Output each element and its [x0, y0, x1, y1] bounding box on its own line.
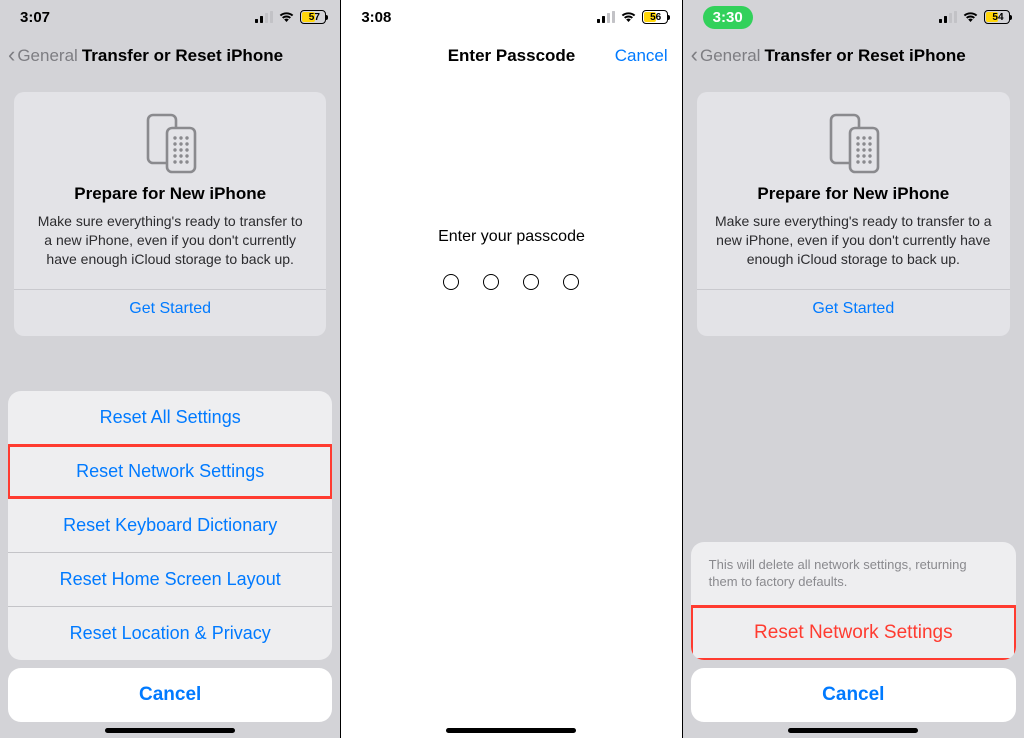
nav-bar: Enter Passcode Cancel: [341, 34, 681, 78]
sheet-cancel-button[interactable]: Cancel: [8, 668, 332, 722]
battery-icon: 57: [300, 10, 326, 24]
home-indicator[interactable]: [105, 728, 235, 733]
screen-reset-sheet: 3:07 57 ‹ General Transfer or Reset iPho…: [0, 0, 341, 738]
confirm-action-sheet: This will delete all network settings, r…: [691, 542, 1016, 722]
reset-all-settings-button[interactable]: Reset All Settings: [8, 391, 332, 444]
back-label: General: [17, 46, 77, 66]
page-title: Transfer or Reset iPhone: [764, 46, 1016, 66]
card-body: Make sure everything's ready to transfer…: [32, 212, 308, 269]
card-title: Prepare for New iPhone: [32, 184, 308, 204]
cellular-icon: [939, 11, 957, 23]
recording-pill[interactable]: 3:30: [703, 6, 753, 29]
passcode-dot: [483, 274, 499, 290]
reset-action-sheet: Reset All Settings Reset Network Setting…: [8, 391, 332, 722]
wifi-icon: [620, 11, 637, 23]
passcode-dot: [563, 274, 579, 290]
reset-home-screen-button[interactable]: Reset Home Screen Layout: [8, 552, 332, 606]
screen-confirm-reset: 3:30 54 ‹ General Transfer or Reset iPho…: [683, 0, 1024, 738]
chevron-left-icon: ‹: [8, 44, 15, 66]
phones-icon: [715, 112, 992, 174]
nav-bar: ‹ General Transfer or Reset iPhone: [0, 34, 340, 78]
confirm-reset-network-button[interactable]: Reset Network Settings: [691, 605, 1016, 660]
reset-network-settings-button[interactable]: Reset Network Settings: [8, 444, 332, 498]
passcode-dot: [523, 274, 539, 290]
page-title: Transfer or Reset iPhone: [82, 46, 333, 66]
status-time: 3:07: [20, 9, 50, 26]
passcode-prompt: Enter your passcode: [341, 228, 681, 246]
passcode-dot: [443, 274, 459, 290]
chevron-left-icon: ‹: [691, 44, 698, 66]
get-started-button[interactable]: Get Started: [14, 289, 326, 322]
status-bar: 3:30 54: [683, 0, 1024, 34]
battery-icon: 56: [642, 10, 668, 24]
status-bar: 3:08 56: [341, 0, 681, 34]
wifi-icon: [278, 11, 295, 23]
card-title: Prepare for New iPhone: [715, 184, 992, 204]
passcode-dots[interactable]: [341, 274, 681, 290]
cancel-button[interactable]: Cancel: [615, 46, 668, 66]
prepare-card: Prepare for New iPhone Make sure everyth…: [697, 92, 1010, 336]
cellular-icon: [597, 11, 615, 23]
nav-bar: ‹ General Transfer or Reset iPhone: [683, 34, 1024, 78]
wifi-icon: [962, 11, 979, 23]
cellular-icon: [255, 11, 273, 23]
home-indicator[interactable]: [446, 728, 576, 733]
status-bar: 3:07 57: [0, 0, 340, 34]
back-label: General: [700, 46, 760, 66]
back-button[interactable]: ‹ General: [8, 46, 78, 66]
sheet-cancel-button[interactable]: Cancel: [691, 668, 1016, 722]
home-indicator[interactable]: [788, 728, 918, 733]
card-body: Make sure everything's ready to transfer…: [715, 212, 992, 269]
reset-keyboard-dictionary-button[interactable]: Reset Keyboard Dictionary: [8, 498, 332, 552]
get-started-button[interactable]: Get Started: [697, 289, 1010, 322]
status-time: 3:08: [361, 9, 391, 26]
back-button[interactable]: ‹ General: [691, 46, 761, 66]
screen-enter-passcode: 3:08 56 Enter Passcode Cancel Enter your…: [341, 0, 682, 738]
prepare-card: Prepare for New iPhone Make sure everyth…: [14, 92, 326, 336]
battery-icon: 54: [984, 10, 1010, 24]
phones-icon: [32, 112, 308, 174]
confirm-note: This will delete all network settings, r…: [691, 542, 1016, 605]
reset-location-privacy-button[interactable]: Reset Location & Privacy: [8, 606, 332, 660]
